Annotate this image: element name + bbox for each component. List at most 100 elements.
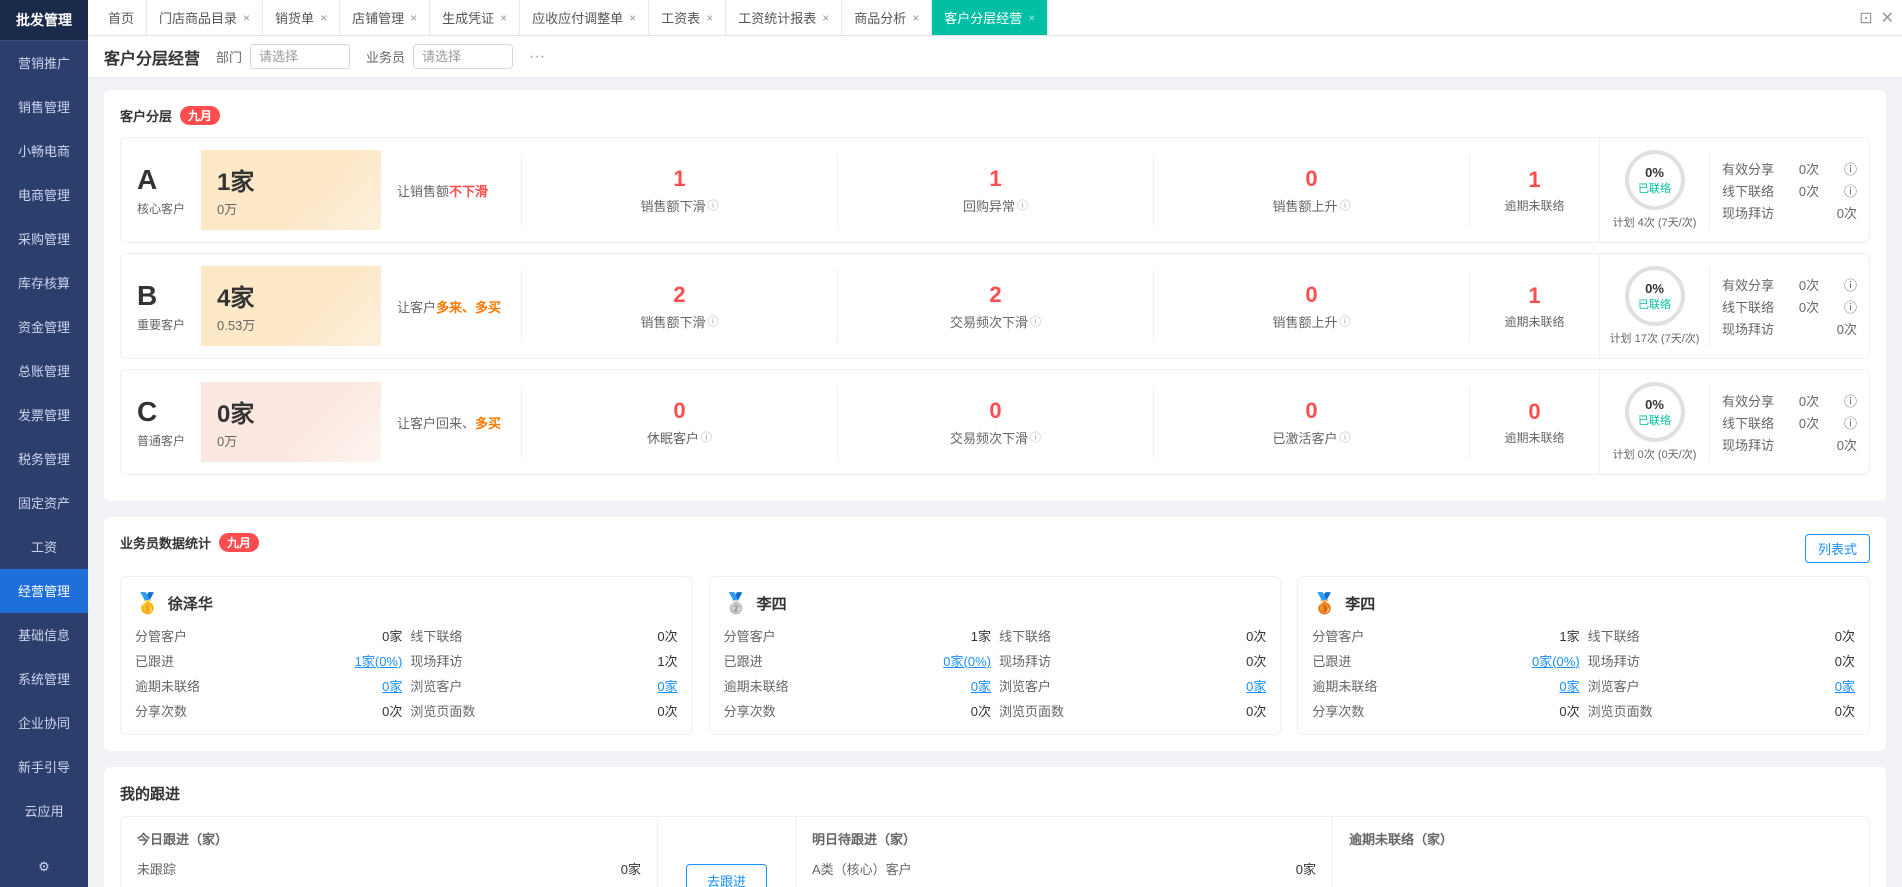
close-icon[interactable]: ×	[629, 11, 636, 25]
sidebar-item-kucun[interactable]: 库存核算	[0, 261, 88, 305]
tab-yingshoufutiaozheng[interactable]: 应收应付调整单×	[520, 0, 649, 35]
followup-overdue-col: 逾期未联络（家）	[1332, 817, 1869, 887]
sidebar-item-gongzi[interactable]: 工资	[0, 525, 88, 569]
close-icon[interactable]: ×	[706, 11, 713, 25]
metric-c-3[interactable]: 0 已激活客户 ⓘ	[1153, 386, 1469, 459]
sidebar-item-dianshang-small[interactable]: 小畅电商	[0, 129, 88, 173]
followup-section: 我的跟进 今日跟进（家） 未跟踪 0家 已联络 0次 未联络 1家	[104, 767, 1886, 887]
dept-label: 部门	[216, 47, 242, 66]
right-info-share-b: 有效分享0次ⓘ	[1722, 275, 1857, 294]
sidebar-item-qiye[interactable]: 企业协同	[0, 701, 88, 745]
more-filters-btn[interactable]: ···	[529, 48, 545, 66]
staff-3-stat-1: 线下联络 0次	[1588, 626, 1855, 645]
close-icon[interactable]: ×	[912, 11, 919, 25]
tier-row-a: A 核心客户 1家 0万 让销售额不下滑 1 销售额下滑 ⓘ 1	[120, 137, 1870, 243]
metric-b-1[interactable]: 2 销售额下滑 ⓘ	[521, 270, 837, 343]
metric-b-2[interactable]: 2 交易频次下滑 ⓘ	[837, 270, 1153, 343]
close-icon[interactable]: ×	[500, 11, 507, 25]
metric-b-3[interactable]: 0 销售额上升 ⓘ	[1153, 270, 1469, 343]
followup-today-title: 今日跟进（家）	[137, 829, 641, 848]
staff-2-stats: 分管客户 1家 线下联络 0次 已跟进 0家(0%) 现场拜访	[724, 626, 1267, 720]
tab-shangpinfenxi[interactable]: 商品分析×	[842, 0, 932, 35]
tier-a-main[interactable]: 1家 0万	[201, 150, 381, 230]
followup-overdue-title: 逾期未联络（家）	[1349, 829, 1853, 848]
restore-icon[interactable]: ⊡	[1859, 8, 1872, 28]
tab-bar: 首页 门店商品目录× 销货单× 店铺管理× 生成凭证× 应收应付调整单× 工资表…	[88, 0, 1902, 36]
sidebar-item-xitong[interactable]: 系统管理	[0, 657, 88, 701]
tab-gongzibiao[interactable]: 工资表×	[649, 0, 726, 35]
staff-3-stat-4: 逾期未联络 0家	[1312, 676, 1579, 695]
tab-home[interactable]: 首页	[96, 0, 147, 35]
staff-1-name: 徐泽华	[168, 593, 213, 614]
dept-select[interactable]: 请选择	[250, 44, 350, 69]
sidebar-item-shuiwu[interactable]: 税务管理	[0, 437, 88, 481]
tab-xiaohuodan[interactable]: 销货单×	[263, 0, 340, 35]
sidebar-item-fapiao[interactable]: 发票管理	[0, 393, 88, 437]
right-info-offline-b: 线下联络0次ⓘ	[1722, 297, 1857, 316]
tier-c-slogan: 让客户回来、多买	[381, 405, 521, 440]
close-icon[interactable]: ×	[320, 11, 327, 25]
staff-select[interactable]: 请选择	[413, 44, 513, 69]
staff-2-stat-1: 线下联络 0次	[999, 626, 1266, 645]
staff-section-header: 业务员数据统计 九月 列表式	[120, 533, 1870, 564]
sidebar-item-zhanghu[interactable]: 总账管理	[0, 349, 88, 393]
staff-2-stat-3: 现场拜访 0次	[999, 651, 1266, 670]
page-title: 客户分层经营	[104, 45, 200, 69]
close-icon[interactable]: ×	[243, 11, 250, 25]
tab-mendian[interactable]: 门店商品目录×	[147, 0, 263, 35]
tier-c-contact[interactable]: 0 逾期未联络	[1469, 387, 1599, 458]
close-icon[interactable]: ×	[822, 11, 829, 25]
sidebar-item-dianshang[interactable]: 电商管理	[0, 173, 88, 217]
sidebar-item-gudingzichan[interactable]: 固定资产	[0, 481, 88, 525]
tab-pingzheng[interactable]: 生成凭证×	[430, 0, 520, 35]
staff-3-stat-2: 已跟进 0家(0%)	[1312, 651, 1579, 670]
sidebar-item-xiaoshou[interactable]: 销售管理	[0, 85, 88, 129]
right-info-visit-b: 现场拜访0次	[1722, 319, 1857, 338]
sidebar-item-jingying[interactable]: 经营管理	[0, 569, 88, 613]
tier-a-contact[interactable]: 1 逾期未联络	[1469, 155, 1599, 226]
staff-2-stat-4: 逾期未联络 0家	[724, 676, 991, 695]
staff-card-2: 🥈 李四 分管客户 1家 线下联络 0次 已跟进	[709, 576, 1282, 735]
sidebar-item-caigou[interactable]: 采购管理	[0, 217, 88, 261]
close-icon[interactable]: ×	[1028, 11, 1035, 25]
tier-b-slogan: 让客户多来、多买	[381, 289, 521, 324]
goto-followup-btn[interactable]: 去跟进	[686, 864, 767, 887]
sidebar-item-jichu[interactable]: 基础信息	[0, 613, 88, 657]
tab-kehufenceng[interactable]: 客户分层经营×	[932, 0, 1048, 35]
staff-grid: 🥇 徐泽华 分管客户 0家 线下联络 0次 已跟进	[120, 576, 1870, 735]
tab-dianpu[interactable]: 店铺管理×	[340, 0, 430, 35]
month-badge: 九月	[180, 106, 220, 125]
sidebar-item-yingxiao[interactable]: 营销推广	[0, 41, 88, 85]
settings-icon[interactable]: ⚙	[0, 847, 88, 887]
staff-1-stat-0: 分管客户 0家	[135, 626, 402, 645]
metric-c-1[interactable]: 0 休眠客户 ⓘ	[521, 386, 837, 459]
tab-gongzitongji[interactable]: 工资统计报表×	[726, 0, 842, 35]
metric-a-1[interactable]: 1 销售额下滑 ⓘ	[521, 154, 837, 227]
tier-b-label: B 重要客户	[121, 264, 201, 349]
tier-a-circle: 0% 已联络 计划 4次 (7天/次)	[1599, 138, 1709, 242]
staff-section: 业务员数据统计 九月 列表式 🥇 徐泽华 分管客户 0家	[104, 517, 1886, 751]
staff-filter: 业务员 请选择	[366, 44, 513, 69]
tier-a-label: A 核心客户	[121, 148, 201, 233]
sidebar-item-yunyingyong[interactable]: 云应用	[0, 789, 88, 833]
list-view-btn[interactable]: 列表式	[1805, 534, 1870, 563]
staff-1-stat-3: 现场拜访 1次	[410, 651, 677, 670]
staff-label: 业务员	[366, 47, 405, 66]
sidebar-item-zijin[interactable]: 资金管理	[0, 305, 88, 349]
tab-actions: ⊡ ✕	[1859, 8, 1894, 28]
metric-a-2[interactable]: 1 回购异常 ⓘ	[837, 154, 1153, 227]
main-area: 首页 门店商品目录× 销货单× 店铺管理× 生成凭证× 应收应付调整单× 工资表…	[88, 0, 1902, 887]
metric-a-3[interactable]: 0 销售额上升 ⓘ	[1153, 154, 1469, 227]
close-window-icon[interactable]: ✕	[1881, 8, 1894, 28]
sidebar-item-xinshou[interactable]: 新手引导	[0, 745, 88, 789]
staff-1-stat-7: 浏览页面数 0次	[410, 701, 677, 720]
customer-tier-title: 客户分层 九月	[120, 106, 1870, 125]
tier-c-main[interactable]: 0家 0万	[201, 382, 381, 462]
tier-b-contact[interactable]: 1 逾期未联络	[1469, 271, 1599, 342]
staff-card-1: 🥇 徐泽华 分管客户 0家 线下联络 0次 已跟进	[120, 576, 693, 735]
tier-b-main[interactable]: 4家 0.53万	[201, 266, 381, 346]
metric-c-2[interactable]: 0 交易频次下滑 ⓘ	[837, 386, 1153, 459]
close-icon[interactable]: ×	[410, 11, 417, 25]
sidebar-header[interactable]: 批发管理	[0, 0, 88, 41]
followup-today-col: 今日跟进（家） 未跟踪 0家 已联络 0次 未联络 1家	[121, 817, 657, 887]
